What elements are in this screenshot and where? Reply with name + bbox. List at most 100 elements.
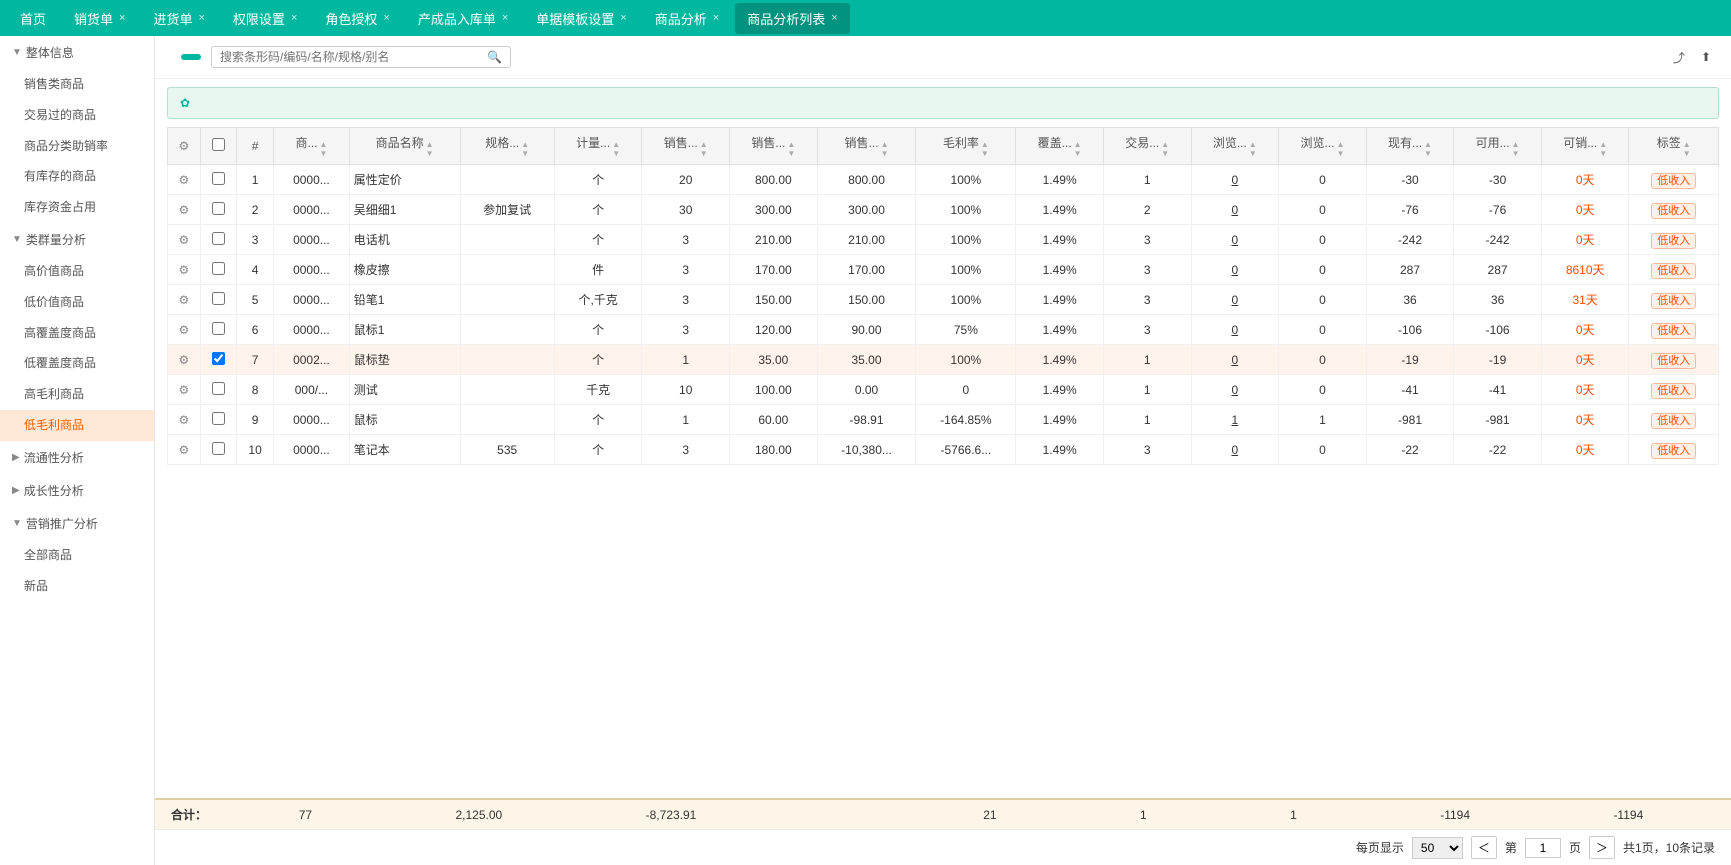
- nav-close-icon[interactable]: ×: [383, 12, 389, 24]
- sidebar-item-新品[interactable]: 新品: [0, 571, 154, 602]
- sidebar-group-整体信息[interactable]: ▼整体信息: [0, 36, 154, 69]
- cell-trade: 3: [1103, 315, 1191, 345]
- sidebar-group-类群量分析[interactable]: ▼类群量分析: [0, 223, 154, 256]
- nav-close-icon[interactable]: ×: [502, 12, 508, 24]
- nav-item-权限设置[interactable]: 权限设置×: [221, 3, 309, 34]
- row-settings-icon[interactable]: ⚙: [178, 293, 189, 307]
- nav-close-icon[interactable]: ×: [620, 12, 626, 24]
- cell-browse1: 0: [1191, 195, 1279, 225]
- table-container: ⚙#商...▲▼商品名称▲▼规格...▲▼计量...▲▼销售...▲▼销售...…: [155, 127, 1731, 798]
- browse1-link[interactable]: 0: [1231, 293, 1238, 307]
- sidebar-item-高毛利商品[interactable]: 高毛利商品: [0, 379, 154, 410]
- cell-available: -76: [1454, 195, 1542, 225]
- cell-browse1: 0: [1191, 315, 1279, 345]
- sidebar-item-库存资金占用[interactable]: 库存资金占用: [0, 192, 154, 223]
- browse1-link[interactable]: 0: [1231, 203, 1238, 217]
- cell-sales_qty: 3: [642, 225, 730, 255]
- nav-close-icon[interactable]: ×: [291, 12, 297, 24]
- row-checkbox[interactable]: [212, 322, 225, 335]
- filter-recent-btn[interactable]: [181, 54, 201, 60]
- row-settings-icon[interactable]: ⚙: [178, 323, 189, 337]
- cell-sales_qty: 3: [642, 435, 730, 465]
- browse1-link[interactable]: 0: [1231, 383, 1238, 397]
- cell-checkbox: [200, 315, 236, 345]
- row-checkbox[interactable]: [212, 352, 225, 365]
- nav-item-销货单[interactable]: 销货单×: [62, 3, 137, 34]
- footer-browse1: 1: [1140, 808, 1147, 822]
- sidebar-item-高覆盖度商品[interactable]: 高覆盖度商品: [0, 318, 154, 349]
- search-box[interactable]: 🔍: [211, 46, 511, 68]
- settings-icon[interactable]: ⚙: [178, 139, 189, 153]
- row-settings-icon[interactable]: ⚙: [178, 173, 189, 187]
- cell-trade: 2: [1103, 195, 1191, 225]
- cell-browse2: 0: [1279, 315, 1367, 345]
- sidebar-item-商品分类助销率[interactable]: 商品分类助销率: [0, 131, 154, 162]
- browse1-link[interactable]: 0: [1231, 323, 1238, 337]
- browse1-link[interactable]: 0: [1231, 263, 1238, 277]
- sidebar-item-有库存的商品[interactable]: 有库存的商品: [0, 161, 154, 192]
- sidebar-item-交易过的商品[interactable]: 交易过的商品: [0, 100, 154, 131]
- row-checkbox[interactable]: [212, 442, 225, 455]
- data-table: ⚙#商...▲▼商品名称▲▼规格...▲▼计量...▲▼销售...▲▼销售...…: [167, 127, 1719, 465]
- footer-available: -1194: [1613, 808, 1643, 822]
- row-settings-icon[interactable]: ⚙: [178, 233, 189, 247]
- nav-item-商品分析[interactable]: 商品分析×: [643, 3, 731, 34]
- row-checkbox[interactable]: [212, 412, 225, 425]
- per-page-select[interactable]: 50 100: [1412, 837, 1463, 859]
- row-checkbox[interactable]: [212, 262, 225, 275]
- nav-item-单据模板设置[interactable]: 单据模板设置×: [524, 3, 638, 34]
- row-settings-icon[interactable]: ⚙: [178, 203, 189, 217]
- browse1-link[interactable]: 0: [1231, 443, 1238, 457]
- cell-coverage: 1.49%: [1016, 285, 1104, 315]
- cell-browse1: 0: [1191, 285, 1279, 315]
- nav-close-icon[interactable]: ×: [713, 12, 719, 24]
- sidebar-item-低覆盖度商品[interactable]: 低覆盖度商品: [0, 348, 154, 379]
- sidebar-item-销售类商品[interactable]: 销售类商品: [0, 69, 154, 100]
- page-input[interactable]: [1525, 838, 1561, 858]
- row-settings-icon[interactable]: ⚙: [178, 413, 189, 427]
- nav-item-进货单[interactable]: 进货单×: [141, 3, 216, 34]
- row-checkbox[interactable]: [212, 202, 225, 215]
- sidebar-group-流通性分析[interactable]: ▶流通性分析: [0, 441, 154, 474]
- sidebar-group-成长性分析[interactable]: ▶成长性分析: [0, 474, 154, 507]
- sidebar-group-营销推广分析[interactable]: ▼营销推广分析: [0, 507, 154, 540]
- col-header-checkbox[interactable]: [200, 128, 236, 165]
- nav-close-icon[interactable]: ×: [119, 12, 125, 24]
- share-button[interactable]: ⤴: [1673, 49, 1689, 66]
- cell-spec: [460, 315, 554, 345]
- row-checkbox[interactable]: [212, 232, 225, 245]
- select-all-checkbox[interactable]: [212, 138, 225, 151]
- footer-trade: 21: [983, 808, 996, 822]
- group-label: 类群量分析: [26, 231, 86, 248]
- col-header-settings[interactable]: ⚙: [168, 128, 201, 165]
- cell-browse2: 0: [1279, 195, 1367, 225]
- row-checkbox[interactable]: [212, 292, 225, 305]
- row-settings-icon[interactable]: ⚙: [178, 353, 189, 367]
- col-header-sales_price: 销售...▲▼: [730, 128, 818, 165]
- row-settings-icon[interactable]: ⚙: [178, 383, 189, 397]
- sidebar-item-低毛利商品[interactable]: 低毛利商品: [0, 410, 154, 441]
- sidebar-item-全部商品[interactable]: 全部商品: [0, 540, 154, 571]
- nav-item-商品分析列表[interactable]: 商品分析列表×: [735, 3, 849, 34]
- cell-sales_profit: 0.00: [817, 375, 916, 405]
- nav-close-icon[interactable]: ×: [831, 12, 837, 24]
- nav-item-首页[interactable]: 首页: [8, 3, 58, 34]
- browse1-link[interactable]: 1: [1231, 413, 1238, 427]
- row-settings-icon[interactable]: ⚙: [178, 263, 189, 277]
- nav-close-icon[interactable]: ×: [198, 12, 204, 24]
- export-button[interactable]: ⬆: [1701, 50, 1715, 64]
- row-checkbox[interactable]: [212, 382, 225, 395]
- sidebar-item-高价值商品[interactable]: 高价值商品: [0, 256, 154, 287]
- next-page-btn[interactable]: ＞: [1589, 836, 1615, 859]
- nav-item-角色授权[interactable]: 角色授权×: [313, 3, 401, 34]
- cell-unit: 个: [554, 225, 642, 255]
- browse1-link[interactable]: 0: [1231, 233, 1238, 247]
- row-checkbox[interactable]: [212, 172, 225, 185]
- sidebar-item-低价值商品[interactable]: 低价值商品: [0, 287, 154, 318]
- browse1-link[interactable]: 0: [1231, 173, 1238, 187]
- prev-page-btn[interactable]: ＜: [1471, 836, 1497, 859]
- row-settings-icon[interactable]: ⚙: [178, 443, 189, 457]
- search-input[interactable]: [220, 50, 487, 64]
- nav-item-产成品入库单[interactable]: 产成品入库单×: [406, 3, 520, 34]
- browse1-link[interactable]: 0: [1231, 353, 1238, 367]
